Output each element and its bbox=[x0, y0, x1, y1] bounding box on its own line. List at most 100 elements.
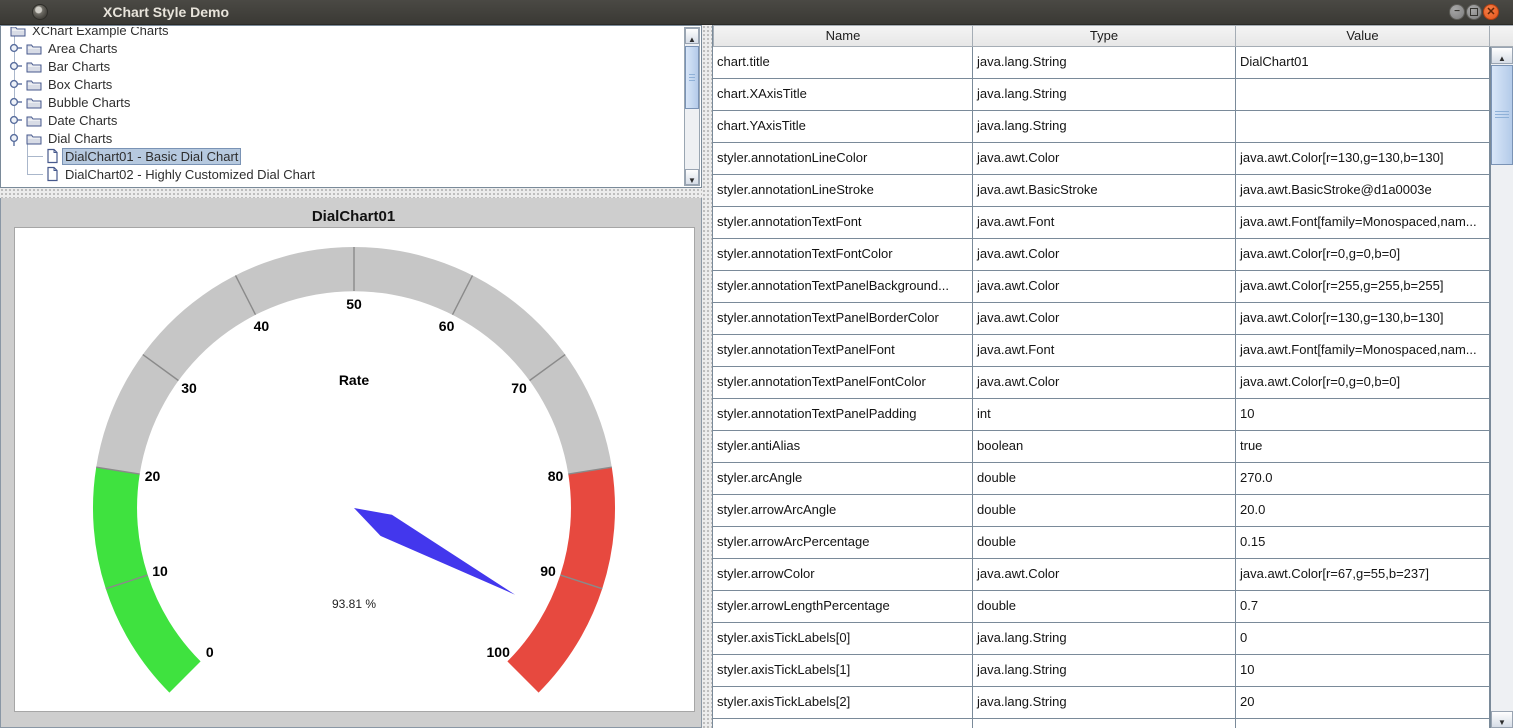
cell-value: java.awt.Color[r=67,g=55,b=237] bbox=[1236, 559, 1490, 591]
table-row-styler-annotationlinecolor[interactable]: styler.annotationLineColor java.awt.Color… bbox=[713, 143, 1491, 175]
tree-leaf-label-selected: DialChart01 - Basic Dial Chart bbox=[62, 147, 242, 165]
expand-handle-icon[interactable] bbox=[7, 77, 22, 92]
tree-leaf-dialchart01-basic-dial-chart[interactable]: DialChart01 - Basic Dial Chart bbox=[2, 147, 685, 165]
cell-name: styler.arrowLengthPercentage bbox=[713, 591, 973, 623]
close-button[interactable]: ✕ bbox=[1483, 4, 1499, 20]
tree-scroll-down-button[interactable]: ▼ bbox=[685, 169, 699, 185]
tree-node-bubble-charts[interactable]: Bubble Charts bbox=[2, 93, 685, 111]
table-row-styler-arrowarcangle[interactable]: styler.arrowArcAngle double 20.0 bbox=[713, 495, 1491, 527]
cell-name: chart.XAxisTitle bbox=[713, 79, 973, 111]
tree-node-label: Area Charts bbox=[48, 40, 118, 56]
split-divider-horizontal[interactable] bbox=[0, 188, 702, 198]
table-row-styler-axisticklabels-1[interactable]: styler.axisTickLabels[1] java.lang.String… bbox=[713, 655, 1491, 687]
cell-empty bbox=[713, 719, 973, 728]
cell-name: chart.YAxisTitle bbox=[713, 111, 973, 143]
table-scrollbar[interactable]: ▲ ▼ bbox=[1490, 47, 1513, 728]
folder-icon bbox=[26, 62, 42, 73]
dial-gauge: 0 10 20 30 40 50 60 70 80 90 100 Rate 93.81 % bbox=[92, 246, 616, 693]
cell-name: styler.arrowArcPercentage bbox=[713, 527, 973, 559]
gauge-tick-label: 100 bbox=[487, 644, 511, 660]
cell-name: styler.arrowArcAngle bbox=[713, 495, 973, 527]
cell-value: java.awt.Color[r=130,g=130,b=130] bbox=[1236, 303, 1490, 335]
titlebar[interactable]: XChart Style Demo − ✕ bbox=[0, 0, 1513, 25]
table-row-chart-yaxistitle[interactable]: chart.YAxisTitle java.lang.String bbox=[713, 111, 1491, 143]
tree-leaf-label: DialChart02 - Highly Customized Dial Cha… bbox=[65, 166, 315, 182]
split-divider-vertical[interactable] bbox=[702, 25, 712, 728]
table-row-styler-arrowarcpercentage[interactable]: styler.arrowArcPercentage double 0.15 bbox=[713, 527, 1491, 559]
table-scrollbar-thumb[interactable] bbox=[1491, 65, 1513, 165]
table-row-styler-annotationtextpanelbordercolor[interactable]: styler.annotationTextPanelBorderColor jav… bbox=[713, 303, 1491, 335]
tree-node-date-charts[interactable]: Date Charts bbox=[2, 111, 685, 129]
table-row-styler-axisticklabels-0[interactable]: styler.axisTickLabels[0] java.lang.String… bbox=[713, 623, 1491, 655]
document-icon bbox=[47, 148, 58, 164]
gauge-tick-label: 20 bbox=[145, 468, 161, 484]
gauge-tick-label: 40 bbox=[254, 318, 270, 334]
chart-tree: XChart Example Charts Area Charts Bar Char… bbox=[2, 27, 685, 186]
expand-handle-icon[interactable] bbox=[7, 113, 22, 128]
tree-node-label: Bar Charts bbox=[48, 58, 111, 74]
tree-node-box-charts[interactable]: Box Charts bbox=[2, 75, 685, 93]
cell-value: 10 bbox=[1236, 655, 1490, 687]
tree-scrollbar-thumb[interactable] bbox=[685, 46, 699, 109]
cell-type: java.awt.Color bbox=[973, 303, 1236, 335]
cell-value: 0.15 bbox=[1236, 527, 1490, 559]
cell-type: java.awt.Font bbox=[973, 207, 1236, 239]
table-scroll-down-button[interactable]: ▼ bbox=[1491, 711, 1513, 728]
cell-value bbox=[1236, 79, 1490, 111]
table-row-styler-annotationtextpanelpadding[interactable]: styler.annotationTextPanelPadding int 10 bbox=[713, 399, 1491, 431]
cell-type: java.lang.String bbox=[973, 111, 1236, 143]
tree-node-area-charts[interactable]: Area Charts bbox=[2, 39, 685, 57]
table-row-styler-axisticklabels-2[interactable]: styler.axisTickLabels[2] java.lang.String… bbox=[713, 687, 1491, 719]
table-scroll-up-button[interactable]: ▲ bbox=[1491, 47, 1513, 64]
table-row-styler-annotationtextpanelbackground[interactable]: styler.annotationTextPanelBackground... j… bbox=[713, 271, 1491, 303]
column-header-type[interactable]: Type bbox=[973, 25, 1236, 47]
table-row-styler-annotationtextfontcolor[interactable]: styler.annotationTextFontColor java.awt.C… bbox=[713, 239, 1491, 271]
arrow-down-icon: ▼ bbox=[688, 176, 696, 185]
maximize-button[interactable] bbox=[1466, 4, 1482, 20]
table-row-styler-arcangle[interactable]: styler.arcAngle double 270.0 bbox=[713, 463, 1491, 495]
column-header-value[interactable]: Value bbox=[1236, 25, 1490, 47]
folder-icon bbox=[26, 98, 42, 109]
table-row-styler-arrowcolor[interactable]: styler.arrowColor java.awt.Color java.awt.… bbox=[713, 559, 1491, 591]
tree-scrollbar[interactable]: ▲ ▼ bbox=[684, 27, 700, 186]
folder-icon bbox=[10, 27, 26, 37]
tree-node-label: Date Charts bbox=[48, 112, 118, 128]
arrow-up-icon: ▲ bbox=[688, 35, 696, 44]
folder-icon bbox=[26, 44, 42, 55]
table-row-partial[interactable] bbox=[713, 719, 1491, 728]
column-header-name[interactable]: Name bbox=[713, 25, 973, 47]
minimize-button[interactable]: − bbox=[1449, 4, 1465, 20]
cell-name: styler.annotationTextFont bbox=[713, 207, 973, 239]
cell-value: DialChart01 bbox=[1236, 47, 1490, 79]
table-body: chart.title java.lang.String DialChart01 ch… bbox=[713, 47, 1491, 728]
cell-name: chart.title bbox=[713, 47, 973, 79]
table-row-styler-annotationtextpanelfontcolor[interactable]: styler.annotationTextPanelFontColor java.… bbox=[713, 367, 1491, 399]
cell-empty bbox=[973, 719, 1236, 728]
window-title: XChart Style Demo bbox=[103, 4, 230, 20]
cell-type: java.lang.String bbox=[973, 79, 1236, 111]
table-row-styler-antialias[interactable]: styler.antiAlias boolean true bbox=[713, 431, 1491, 463]
expand-handle-icon[interactable] bbox=[7, 59, 22, 74]
cell-name: styler.annotationTextFontColor bbox=[713, 239, 973, 271]
collapse-handle-icon[interactable] bbox=[7, 131, 22, 146]
arrow-up-icon: ▲ bbox=[1498, 54, 1506, 63]
tree-node-bar-charts[interactable]: Bar Charts bbox=[2, 57, 685, 75]
cell-value: java.awt.Color[r=255,g=255,b=255] bbox=[1236, 271, 1490, 303]
table-row-styler-arrowlengthpercentage[interactable]: styler.arrowLengthPercentage double 0.7 bbox=[713, 591, 1491, 623]
tree-leaf-dialchart02-highly-customized-dial-chart[interactable]: DialChart02 - Highly Customized Dial Cha… bbox=[2, 165, 685, 183]
tree-node-dial-charts[interactable]: Dial Charts bbox=[2, 129, 685, 147]
table-row-styler-annotationtextfont[interactable]: styler.annotationTextFont java.awt.Font ja… bbox=[713, 207, 1491, 239]
table-row-styler-annotationtextpanelfont[interactable]: styler.annotationTextPanelFont java.awt.F… bbox=[713, 335, 1491, 367]
table-row-styler-annotationlinestroke[interactable]: styler.annotationLineStroke java.awt.Basi… bbox=[713, 175, 1491, 207]
gauge-tick-label: 30 bbox=[181, 380, 197, 396]
tree-scroll-up-button[interactable]: ▲ bbox=[685, 28, 699, 44]
cell-type: java.awt.Font bbox=[973, 335, 1236, 367]
tree-node-xchart-example-charts[interactable]: XChart Example Charts bbox=[2, 27, 685, 39]
table-row-chart-xaxistitle[interactable]: chart.XAxisTitle java.lang.String bbox=[713, 79, 1491, 111]
expand-handle-icon[interactable] bbox=[7, 41, 22, 56]
table-row-chart-title[interactable]: chart.title java.lang.String DialChart01 bbox=[713, 47, 1491, 79]
gauge-value-label: 93.81 % bbox=[332, 597, 376, 611]
gauge-axis-label: Rate bbox=[339, 372, 370, 388]
gauge-zone-green bbox=[92, 467, 201, 693]
expand-handle-icon[interactable] bbox=[7, 95, 22, 110]
